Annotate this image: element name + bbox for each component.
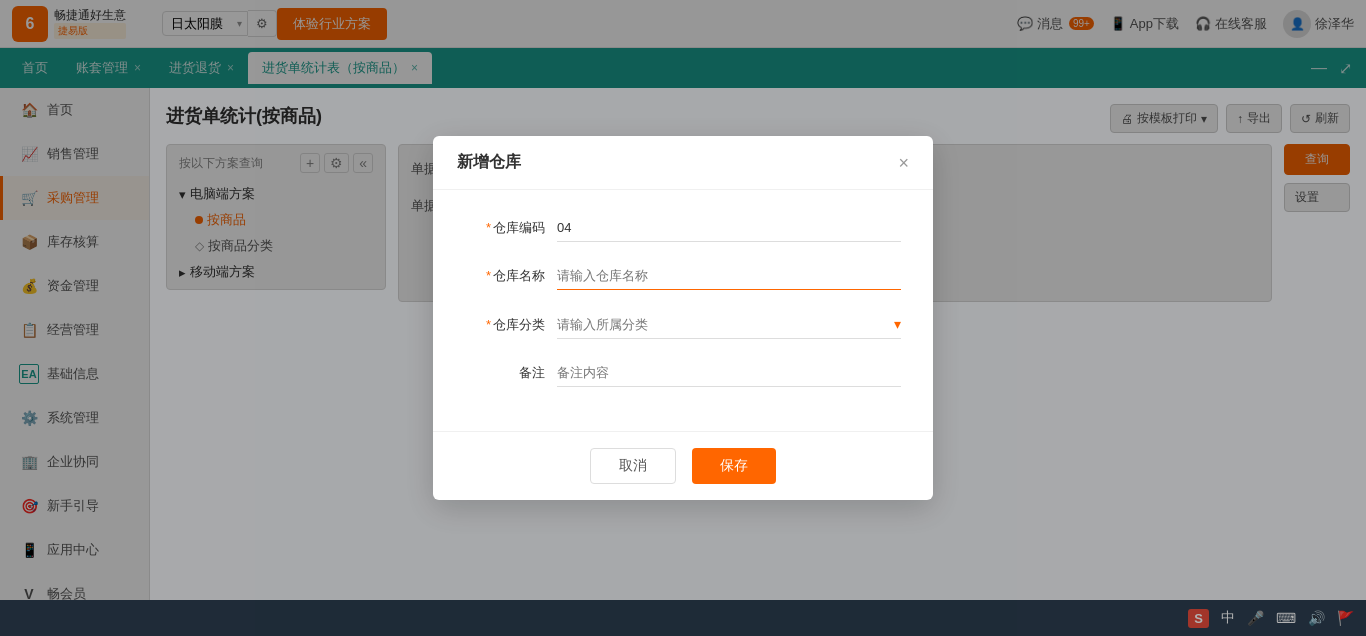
add-warehouse-modal: 新增仓库 × 仓库编码 仓库名称 仓库分类 ▾	[433, 136, 933, 500]
cancel-btn[interactable]: 取消	[590, 448, 676, 484]
modal-close-btn[interactable]: ×	[898, 154, 909, 172]
modal-header: 新增仓库 ×	[433, 136, 933, 190]
note-label: 备注	[465, 364, 545, 382]
name-label: 仓库名称	[465, 267, 545, 285]
name-form-row: 仓库名称	[465, 262, 901, 290]
modal-footer: 取消 保存	[433, 431, 933, 500]
note-form-row: 备注	[465, 359, 901, 387]
modal-title: 新增仓库	[457, 152, 521, 173]
note-input[interactable]	[557, 359, 901, 387]
category-dropdown-icon: ▾	[894, 316, 901, 332]
name-input[interactable]	[557, 262, 901, 290]
modal-overlay[interactable]: 新增仓库 × 仓库编码 仓库名称 仓库分类 ▾	[0, 0, 1366, 636]
code-input[interactable]	[557, 214, 901, 242]
code-label: 仓库编码	[465, 219, 545, 237]
category-input[interactable]	[557, 317, 894, 332]
save-btn[interactable]: 保存	[692, 448, 776, 484]
modal-body: 仓库编码 仓库名称 仓库分类 ▾ 备注	[433, 190, 933, 431]
code-form-row: 仓库编码	[465, 214, 901, 242]
category-select-wrap[interactable]: ▾	[557, 310, 901, 339]
category-form-row: 仓库分类 ▾	[465, 310, 901, 339]
category-label: 仓库分类	[465, 316, 545, 334]
